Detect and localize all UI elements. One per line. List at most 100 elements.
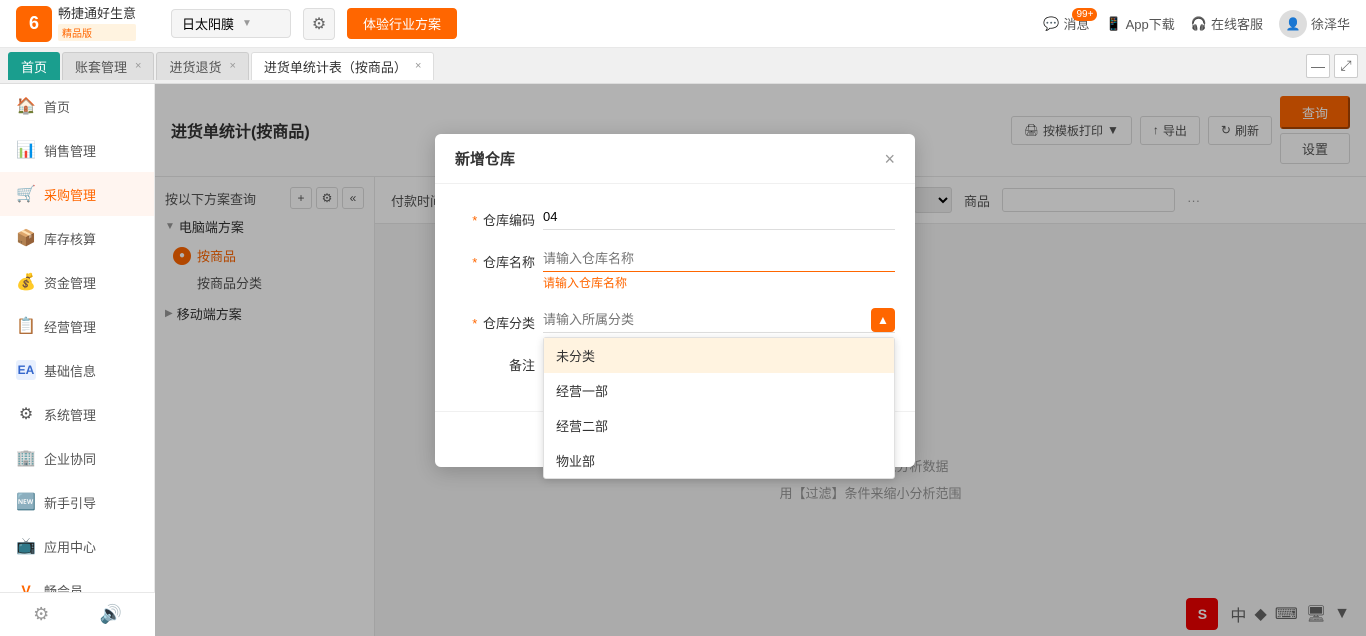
sidebar-item-enterprise[interactable]: 🏢 企业协同 xyxy=(0,436,154,480)
app-sub: 精品版 xyxy=(58,24,136,41)
dropdown-item-dept2[interactable]: 经营二部 xyxy=(544,408,894,443)
headset-icon: 🎧 xyxy=(1191,16,1207,32)
store-selector[interactable]: 日太阳膜 ▼ xyxy=(171,9,291,38)
sidebar-purchase-label: 采购管理 xyxy=(44,185,96,204)
logo-area: 6 畅捷通好生意 精品版 xyxy=(16,6,171,42)
purchase-stat-tab-close-icon[interactable]: × xyxy=(415,60,421,72)
inventory-icon: 📦 xyxy=(16,228,36,248)
name-error-message: 请输入仓库名称 xyxy=(543,274,895,291)
sidebar-sound-icon[interactable]: 🔊 xyxy=(99,604,121,625)
basic-info-icon: EA xyxy=(16,360,36,380)
message-icon: 💬 xyxy=(1043,16,1059,32)
category-dropdown-arrow-button[interactable]: ▲ xyxy=(871,308,895,332)
sidebar-item-finance[interactable]: 💰 资金管理 xyxy=(0,260,154,304)
appcenter-icon: 📺 xyxy=(16,536,36,556)
sidebar: 🏠 首页 📊 销售管理 🛒 采购管理 📦 库存核算 💰 资金管理 📋 经营管理 … xyxy=(0,84,155,636)
main-layout: 🏠 首页 📊 销售管理 🛒 采购管理 📦 库存核算 💰 资金管理 📋 经营管理 … xyxy=(0,84,1366,636)
messages-button[interactable]: 💬 消息 99+ xyxy=(1043,14,1089,33)
category-label-text: 仓库分类 xyxy=(483,316,535,331)
tab-purchase-return[interactable]: 进货退货 × xyxy=(156,52,248,80)
store-name: 日太阳膜 xyxy=(182,14,234,33)
operation-icon: 📋 xyxy=(16,316,36,336)
name-label: * 仓库名称 xyxy=(455,246,535,271)
code-label: * 仓库编码 xyxy=(455,204,535,229)
tab-accounts[interactable]: 账套管理 × xyxy=(62,52,154,80)
phone-icon: 📱 xyxy=(1105,16,1121,32)
header-right: 💬 消息 99+ 📱 App下载 🎧 在线客服 👤 徐泽华 xyxy=(1043,10,1350,38)
settings-gear-button[interactable]: ⚙ xyxy=(303,8,335,40)
home-tab-label: 首页 xyxy=(21,57,47,76)
purchase-return-tab-label: 进货退货 xyxy=(169,57,221,76)
sidebar-sales-label: 销售管理 xyxy=(44,141,96,160)
category-dropdown-wrapper: ▲ 未分类 经营一部 经营二部 物业部 xyxy=(543,307,895,333)
tab-home[interactable]: 首页 xyxy=(8,52,60,80)
name-label-text: 仓库名称 xyxy=(483,255,535,270)
category-label: * 仓库分类 xyxy=(455,307,535,332)
warehouse-name-input[interactable] xyxy=(543,246,895,272)
sidebar-basic-label: 基础信息 xyxy=(44,361,96,380)
sidebar-guide-label: 新手引导 xyxy=(44,493,96,512)
sales-icon: 📊 xyxy=(16,140,36,160)
online-service-label: 在线客服 xyxy=(1211,14,1263,33)
sidebar-system-label: 系统管理 xyxy=(44,405,96,424)
app-download-label: App下载 xyxy=(1126,14,1175,33)
purchase-return-tab-close-icon[interactable]: × xyxy=(229,60,235,72)
remark-label: 备注 xyxy=(455,349,535,374)
purchase-stat-tab-label: 进货单统计表（按商品） xyxy=(264,57,407,76)
modal-title: 新增仓库 xyxy=(455,148,515,169)
purchase-icon: 🛒 xyxy=(16,184,36,204)
sidebar-item-home[interactable]: 🏠 首页 xyxy=(0,84,154,128)
tab-bar: 首页 账套管理 × 进货退货 × 进货单统计表（按商品） × — ⤢ xyxy=(0,48,1366,84)
sidebar-item-basic[interactable]: EA 基础信息 xyxy=(0,348,154,392)
sidebar-item-sales[interactable]: 📊 销售管理 xyxy=(0,128,154,172)
accounts-tab-close-icon[interactable]: × xyxy=(135,60,141,72)
sidebar-settings-icon[interactable]: ⚙ xyxy=(33,604,49,625)
modal-body: * 仓库编码 * 仓库名称 请输入仓库名称 xyxy=(435,184,915,411)
category-form-row: * 仓库分类 ▲ 未分类 经营一部 经营二部 物业部 xyxy=(455,307,895,333)
sidebar-home-label: 首页 xyxy=(44,97,70,116)
code-form-row: * 仓库编码 xyxy=(455,204,895,230)
system-icon: ⚙ xyxy=(16,404,36,424)
trial-button[interactable]: 体验行业方案 xyxy=(347,8,457,39)
header-middle: 日太阳膜 ▼ ⚙ 体验行业方案 xyxy=(171,8,1043,40)
sidebar-finance-label: 资金管理 xyxy=(44,273,96,292)
sidebar-item-purchase[interactable]: 🛒 采购管理 xyxy=(0,172,154,216)
dropdown-item-dept3[interactable]: 物业部 xyxy=(544,443,894,478)
sidebar-item-guide[interactable]: 🆕 新手引导 xyxy=(0,480,154,524)
sidebar-appcenter-label: 应用中心 xyxy=(44,537,96,556)
sidebar-item-inventory[interactable]: 📦 库存核算 xyxy=(0,216,154,260)
sidebar-item-appcenter[interactable]: 📺 应用中心 xyxy=(0,524,154,568)
gear-icon: ⚙ xyxy=(312,14,326,34)
app-download-button[interactable]: 📱 App下载 xyxy=(1105,14,1174,33)
sidebar-item-operation[interactable]: 📋 经营管理 xyxy=(0,304,154,348)
category-dropdown-list: 未分类 经营一部 经营二部 物业部 xyxy=(543,337,895,479)
finance-icon: 💰 xyxy=(16,272,36,292)
guide-icon: 🆕 xyxy=(16,492,36,512)
sidebar-operation-label: 经营管理 xyxy=(44,317,96,336)
online-service-button[interactable]: 🎧 在线客服 xyxy=(1191,14,1263,33)
dropdown-item-no-category[interactable]: 未分类 xyxy=(544,338,894,373)
app-logo-icon: 6 xyxy=(16,6,52,42)
tab-purchase-stat[interactable]: 进货单统计表（按商品） × xyxy=(251,52,434,80)
content-area: 进货单统计(按商品) 🖨 按模板打印 ▼ ↑ 导出 ↻ 刷新 查询 设置 xyxy=(155,84,1366,636)
modal-header: 新增仓库 × xyxy=(435,134,915,184)
tab-minimize-button[interactable]: — xyxy=(1306,54,1330,78)
name-form-row: * 仓库名称 请输入仓库名称 xyxy=(455,246,895,291)
dropdown-item-dept1[interactable]: 经营一部 xyxy=(544,373,894,408)
new-warehouse-modal: 新增仓库 × * 仓库编码 * 仓库名称 xyxy=(435,134,915,467)
messages-badge: 99+ xyxy=(1072,8,1097,21)
user-info[interactable]: 👤 徐泽华 xyxy=(1279,10,1350,38)
store-arrow-icon: ▼ xyxy=(242,18,252,29)
sidebar-item-system[interactable]: ⚙ 系统管理 xyxy=(0,392,154,436)
tab-expand-button[interactable]: ⤢ xyxy=(1334,54,1358,78)
username: 徐泽华 xyxy=(1311,14,1350,33)
avatar: 👤 xyxy=(1279,10,1307,38)
top-header: 6 畅捷通好生意 精品版 日太阳膜 ▼ ⚙ 体验行业方案 💬 消息 99+ 📱 … xyxy=(0,0,1366,48)
accounts-tab-label: 账套管理 xyxy=(75,57,127,76)
warehouse-code-input[interactable] xyxy=(543,204,895,230)
category-input[interactable] xyxy=(543,307,895,333)
sidebar-bottom-bar: ⚙ 🔊 xyxy=(0,592,155,636)
modal-close-button[interactable]: × xyxy=(884,150,895,168)
home-icon: 🏠 xyxy=(16,96,36,116)
app-name: 畅捷通好生意 xyxy=(58,6,136,22)
